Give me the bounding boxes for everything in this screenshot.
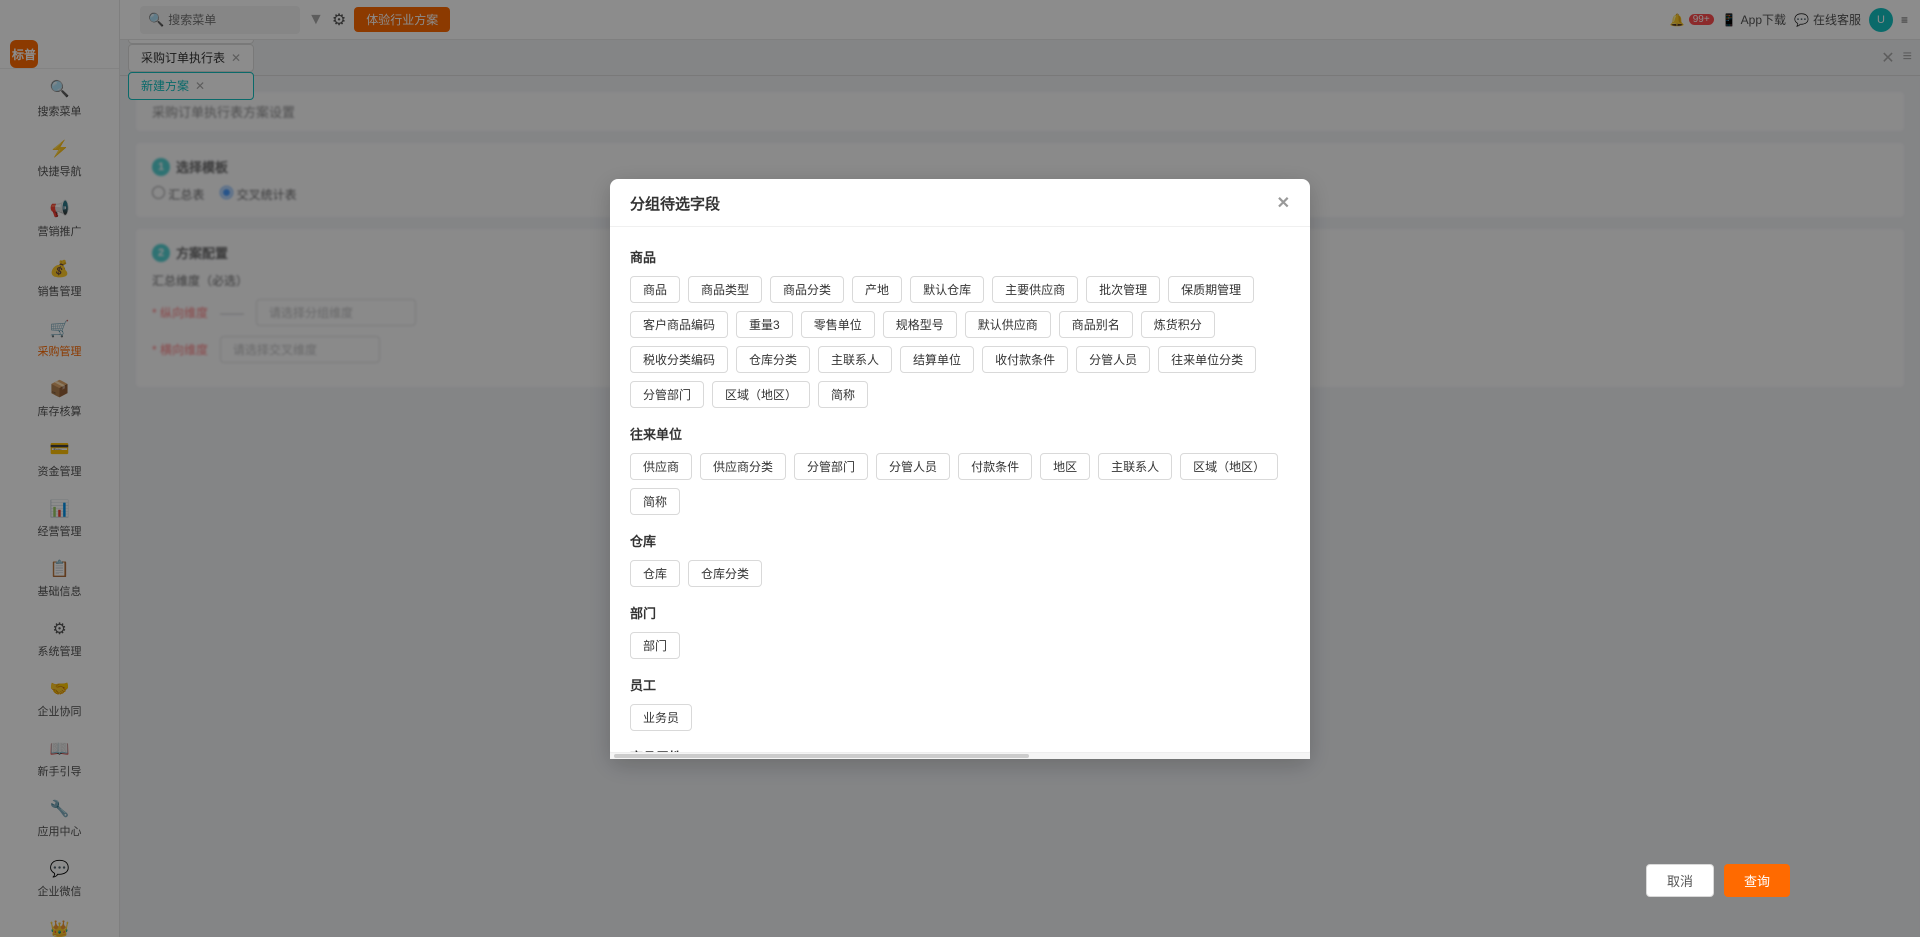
section-title-3: 部门: [630, 603, 1290, 622]
field-tag-0-13[interactable]: 商品别名: [1059, 311, 1133, 338]
field-tag-0-20[interactable]: 分管人员: [1076, 346, 1150, 373]
field-tag-0-6[interactable]: 批次管理: [1086, 276, 1160, 303]
field-tag-1-6[interactable]: 主联系人: [1098, 453, 1172, 480]
horizontal-scrollbar[interactable]: [610, 752, 1310, 759]
field-tag-0-21[interactable]: 往来单位分类: [1158, 346, 1256, 373]
field-tag-0-7[interactable]: 保质期管理: [1168, 276, 1254, 303]
section-title-2: 仓库: [630, 531, 1290, 550]
field-tag-0-2[interactable]: 商品分类: [770, 276, 844, 303]
field-tag-0-5[interactable]: 主要供应商: [992, 276, 1078, 303]
field-tag-4-0[interactable]: 业务员: [630, 704, 692, 731]
field-tag-0-15[interactable]: 税收分类编码: [630, 346, 728, 373]
field-tag-2-0[interactable]: 仓库: [630, 560, 680, 587]
modal-body: 商品商品商品类型商品分类产地默认仓库主要供应商批次管理保质期管理客户商品编码重量…: [610, 227, 1310, 752]
field-tag-0-11[interactable]: 规格型号: [883, 311, 957, 338]
field-tag-3-0[interactable]: 部门: [630, 632, 680, 659]
field-grid-3: 部门: [630, 632, 1290, 659]
field-tag-0-1[interactable]: 商品类型: [688, 276, 762, 303]
field-tag-0-24[interactable]: 简称: [818, 381, 868, 408]
modal-overlay: 分组待选字段 ✕ 商品商品商品类型商品分类产地默认仓库主要供应商批次管理保质期管…: [0, 0, 1920, 937]
field-tag-0-4[interactable]: 默认仓库: [910, 276, 984, 303]
field-tag-0-18[interactable]: 结算单位: [900, 346, 974, 373]
cancel-button[interactable]: 取消: [1646, 864, 1714, 897]
modal-footer: 取消 查询: [1646, 864, 1790, 897]
field-tag-1-3[interactable]: 分管人员: [876, 453, 950, 480]
field-tag-0-23[interactable]: 区域（地区）: [712, 381, 810, 408]
field-tag-0-17[interactable]: 主联系人: [818, 346, 892, 373]
field-tag-1-0[interactable]: 供应商: [630, 453, 692, 480]
field-tag-1-4[interactable]: 付款条件: [958, 453, 1032, 480]
field-tag-0-14[interactable]: 炼货积分: [1141, 311, 1215, 338]
section-title-1: 往来单位: [630, 424, 1290, 443]
field-grid-2: 仓库仓库分类: [630, 560, 1290, 587]
modal-close-button[interactable]: ✕: [1277, 193, 1290, 213]
section-title-0: 商品: [630, 247, 1290, 266]
scrollbar-thumb: [614, 754, 1029, 758]
field-grid-4: 业务员: [630, 704, 1290, 731]
field-tag-0-0[interactable]: 商品: [630, 276, 680, 303]
field-grid-0: 商品商品类型商品分类产地默认仓库主要供应商批次管理保质期管理客户商品编码重量3 零…: [630, 276, 1290, 408]
field-tag-2-1[interactable]: 仓库分类: [688, 560, 762, 587]
field-tag-0-10[interactable]: 零售单位: [801, 311, 875, 338]
field-tag-0-9[interactable]: 重量3: [736, 311, 793, 338]
modal-title: 分组待选字段: [630, 193, 720, 214]
field-tag-0-22[interactable]: 分管部门: [630, 381, 704, 408]
field-tag-1-8[interactable]: 简称: [630, 488, 680, 515]
confirm-button[interactable]: 查询: [1724, 864, 1790, 897]
field-select-modal: 分组待选字段 ✕ 商品商品商品类型商品分类产地默认仓库主要供应商批次管理保质期管…: [610, 179, 1310, 759]
field-tag-1-5[interactable]: 地区: [1040, 453, 1090, 480]
field-tag-0-19[interactable]: 收付款条件: [982, 346, 1068, 373]
field-tag-1-7[interactable]: 区域（地区）: [1180, 453, 1278, 480]
field-tag-1-1[interactable]: 供应商分类: [700, 453, 786, 480]
field-tag-0-8[interactable]: 客户商品编码: [630, 311, 728, 338]
modal-header: 分组待选字段 ✕: [610, 179, 1310, 227]
section-title-4: 员工: [630, 675, 1290, 694]
field-tag-0-16[interactable]: 仓库分类: [736, 346, 810, 373]
field-tag-1-2[interactable]: 分管部门: [794, 453, 868, 480]
field-tag-0-3[interactable]: 产地: [852, 276, 902, 303]
field-tag-0-12[interactable]: 默认供应商: [965, 311, 1051, 338]
field-grid-1: 供应商供应商分类分管部门分管人员付款条件地区主联系人区域（地区） 简称: [630, 453, 1290, 515]
